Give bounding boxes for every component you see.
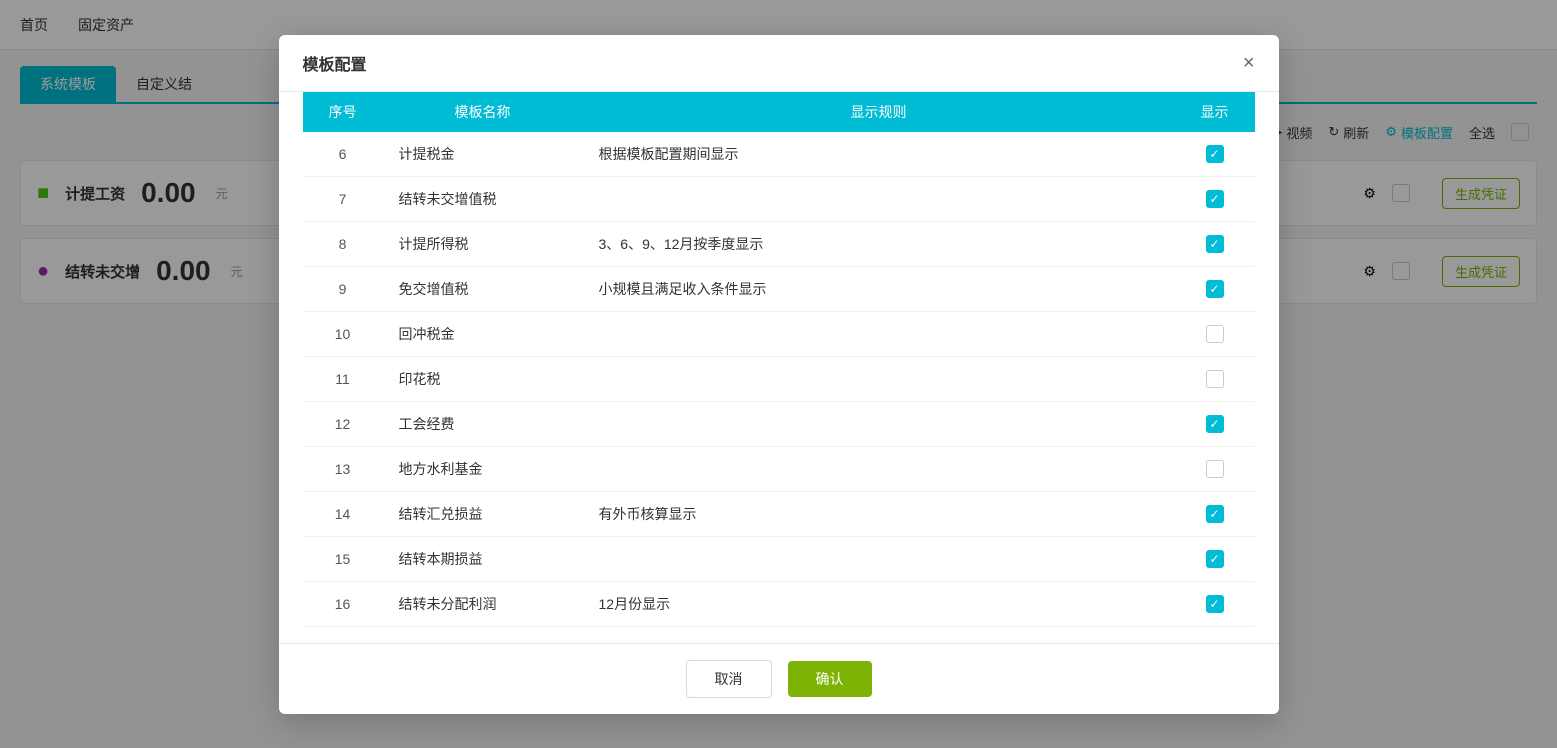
cell-id: 11 (303, 356, 383, 401)
table-row: 14结转汇兑损益有外币核算显示 (303, 491, 1255, 536)
cell-id: 16 (303, 581, 383, 626)
config-table: 序号 模板名称 显示规则 显示 6计提税金根据模板配置期间显示7结转未交增值税8… (303, 92, 1255, 627)
cell-checkbox (1175, 266, 1255, 311)
cell-rule: 3、6、9、12月按季度显示 (583, 221, 1175, 266)
cell-name: 印花税 (383, 356, 583, 401)
cell-rule (583, 401, 1175, 446)
table-row: 8计提所得税3、6、9、12月按季度显示 (303, 221, 1255, 266)
cell-checkbox (1175, 401, 1255, 446)
cell-checkbox (1175, 176, 1255, 221)
table-row: 6计提税金根据模板配置期间显示 (303, 132, 1255, 177)
cell-id: 14 (303, 491, 383, 536)
row-checkbox[interactable] (1206, 550, 1224, 568)
row-checkbox[interactable] (1206, 325, 1224, 343)
cell-checkbox (1175, 311, 1255, 356)
row-checkbox[interactable] (1206, 595, 1224, 613)
confirm-button[interactable]: 确认 (788, 661, 872, 697)
table-body: 6计提税金根据模板配置期间显示7结转未交增值税8计提所得税3、6、9、12月按季… (303, 132, 1255, 627)
cell-id: 6 (303, 132, 383, 177)
cell-rule: 有外币核算显示 (583, 491, 1175, 536)
cell-name: 计提税金 (383, 132, 583, 177)
cell-rule (583, 536, 1175, 581)
row-checkbox[interactable] (1206, 145, 1224, 163)
cell-rule (583, 311, 1175, 356)
col-header-rule: 显示规则 (583, 92, 1175, 132)
cell-id: 7 (303, 176, 383, 221)
cell-name: 结转汇兑损益 (383, 491, 583, 536)
cell-rule: 小规模且满足收入条件显示 (583, 266, 1175, 311)
row-checkbox[interactable] (1206, 235, 1224, 253)
cell-id: 8 (303, 221, 383, 266)
col-header-id: 序号 (303, 92, 383, 132)
cell-name: 地方水利基金 (383, 446, 583, 491)
modal-body: 序号 模板名称 显示规则 显示 6计提税金根据模板配置期间显示7结转未交增值税8… (279, 92, 1279, 643)
cell-rule (583, 176, 1175, 221)
row-checkbox[interactable] (1206, 505, 1224, 523)
cell-checkbox (1175, 446, 1255, 491)
row-checkbox[interactable] (1206, 460, 1224, 478)
cell-rule: 12月份显示 (583, 581, 1175, 626)
modal-title: 模板配置 (303, 51, 367, 75)
modal-footer: 取消 确认 (279, 643, 1279, 714)
table-header: 序号 模板名称 显示规则 显示 (303, 92, 1255, 132)
cell-name: 工会经费 (383, 401, 583, 446)
template-config-modal: 模板配置 × 序号 模板名称 显示规则 显示 6计提税金根据模板配置期间显示7结… (279, 35, 1279, 714)
cell-checkbox (1175, 536, 1255, 581)
cell-id: 15 (303, 536, 383, 581)
modal-overlay: 模板配置 × 序号 模板名称 显示规则 显示 6计提税金根据模板配置期间显示7结… (0, 0, 1557, 748)
table-row: 9免交增值税小规模且满足收入条件显示 (303, 266, 1255, 311)
cell-name: 回冲税金 (383, 311, 583, 356)
modal-close-button[interactable]: × (1243, 53, 1255, 73)
cell-rule (583, 356, 1175, 401)
cancel-button[interactable]: 取消 (686, 660, 772, 698)
cell-id: 10 (303, 311, 383, 356)
cell-checkbox (1175, 581, 1255, 626)
table-row: 11印花税 (303, 356, 1255, 401)
table-row: 7结转未交增值税 (303, 176, 1255, 221)
cell-rule (583, 446, 1175, 491)
col-header-name: 模板名称 (383, 92, 583, 132)
table-row: 15结转本期损益 (303, 536, 1255, 581)
cell-checkbox (1175, 132, 1255, 177)
row-checkbox[interactable] (1206, 370, 1224, 388)
cell-name: 免交增值税 (383, 266, 583, 311)
modal-header: 模板配置 × (279, 35, 1279, 92)
cell-rule: 根据模板配置期间显示 (583, 132, 1175, 177)
table-row: 13地方水利基金 (303, 446, 1255, 491)
cell-id: 13 (303, 446, 383, 491)
col-header-display: 显示 (1175, 92, 1255, 132)
cell-checkbox (1175, 491, 1255, 536)
cell-name: 结转未交增值税 (383, 176, 583, 221)
cell-id: 9 (303, 266, 383, 311)
cell-name: 结转本期损益 (383, 536, 583, 581)
row-checkbox[interactable] (1206, 190, 1224, 208)
table-row: 12工会经费 (303, 401, 1255, 446)
cell-id: 12 (303, 401, 383, 446)
table-row: 10回冲税金 (303, 311, 1255, 356)
row-checkbox[interactable] (1206, 280, 1224, 298)
cell-checkbox (1175, 356, 1255, 401)
cell-name: 计提所得税 (383, 221, 583, 266)
row-checkbox[interactable] (1206, 415, 1224, 433)
cell-checkbox (1175, 221, 1255, 266)
table-row: 16结转未分配利润12月份显示 (303, 581, 1255, 626)
cell-name: 结转未分配利润 (383, 581, 583, 626)
